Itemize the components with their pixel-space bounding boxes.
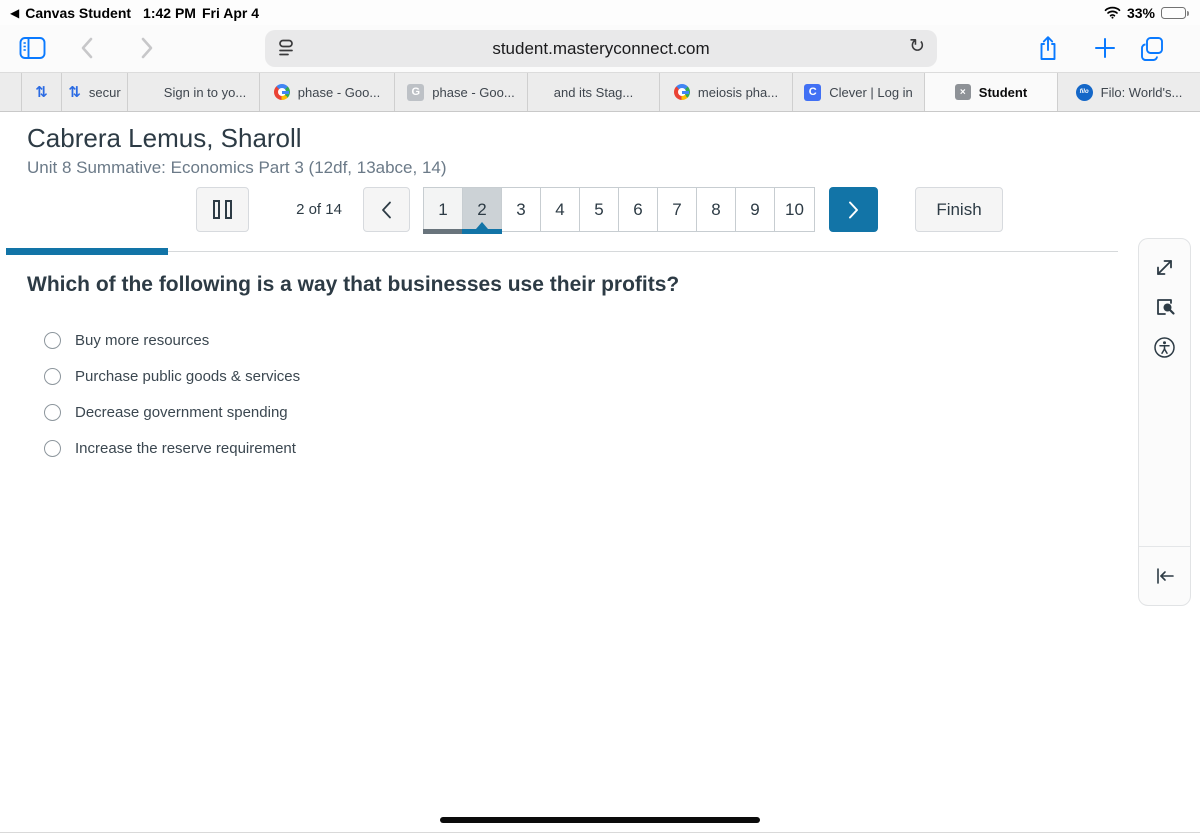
tab-label: and its Stag... bbox=[553, 84, 634, 100]
question-10-button[interactable]: 10 bbox=[775, 188, 814, 231]
tab-blank[interactable] bbox=[0, 73, 22, 111]
date: Fri Apr 4 bbox=[201, 4, 260, 21]
return-to-app[interactable]: ◀ Canvas Student 1:42 PM Fri Apr 4 bbox=[10, 5, 259, 21]
tab-strip: ⇅ ⇅ secur Sign in to yo... phase - Goo..… bbox=[0, 72, 1200, 112]
back-to-app-icon: ◀ bbox=[10, 5, 20, 20]
sync-arrows-icon: ⇅ bbox=[35, 83, 48, 101]
question-2-button[interactable]: 2 bbox=[462, 188, 502, 234]
answer-option-4[interactable]: Increase the reserve requirement bbox=[44, 430, 1200, 466]
back-button[interactable] bbox=[72, 33, 102, 63]
question-1-button[interactable]: 1 bbox=[423, 188, 463, 234]
tab-label: Student bbox=[978, 84, 1028, 100]
progress-fill bbox=[6, 248, 169, 255]
address-bar[interactable]: student.masteryconnect.com ↻ bbox=[265, 30, 937, 67]
tab-clever[interactable]: C Clever | Log in bbox=[793, 73, 925, 111]
new-tab-icon[interactable] bbox=[1090, 33, 1120, 63]
progress-bar bbox=[6, 248, 1118, 256]
zoom-preview-icon[interactable] bbox=[1145, 287, 1185, 327]
radio-button[interactable] bbox=[44, 331, 61, 349]
filo-logo-icon: filo bbox=[1075, 83, 1093, 101]
google-logo-icon bbox=[673, 84, 690, 100]
question-6-button[interactable]: 6 bbox=[619, 188, 658, 231]
fullscreen-expand-icon[interactable] bbox=[1145, 247, 1185, 287]
tools-panel bbox=[1138, 238, 1191, 606]
home-indicator[interactable] bbox=[440, 817, 760, 823]
question-5-button[interactable]: 5 bbox=[580, 188, 619, 231]
finish-button[interactable]: Finish bbox=[915, 187, 1003, 232]
google-logo-icon bbox=[273, 84, 290, 100]
tab-overview-icon[interactable] bbox=[1137, 33, 1167, 63]
tab-label: meiosis pha... bbox=[697, 84, 779, 100]
battery-icon bbox=[1161, 6, 1189, 19]
tab-label: secur bbox=[88, 84, 121, 100]
collapse-left-icon[interactable] bbox=[1145, 556, 1185, 596]
accessibility-icon[interactable] bbox=[1145, 327, 1185, 367]
option-label: Purchase public goods & services bbox=[75, 367, 301, 385]
tab-phase-google-2[interactable]: G phase - Goo... bbox=[395, 73, 528, 111]
tab-microsoft-signin[interactable]: Sign in to yo... bbox=[128, 73, 260, 111]
tab-label: Filo: World's... bbox=[1100, 84, 1183, 100]
sync-arrows-icon: ⇅ bbox=[68, 83, 81, 101]
wifi-icon bbox=[1104, 6, 1121, 19]
tab-filo[interactable]: filo Filo: World's... bbox=[1058, 73, 1200, 111]
google-gray-icon: G bbox=[407, 83, 425, 101]
url-text: student.masteryconnect.com bbox=[492, 38, 710, 58]
radio-button[interactable] bbox=[44, 367, 61, 385]
share-icon[interactable] bbox=[1033, 33, 1063, 63]
option-label: Increase the reserve requirement bbox=[75, 439, 296, 457]
answer-option-2[interactable]: Purchase public goods & services bbox=[44, 358, 1200, 394]
next-question-button[interactable] bbox=[829, 187, 878, 232]
tab-label: phase - Goo... bbox=[432, 84, 515, 100]
answer-option-1[interactable]: Buy more resources bbox=[44, 322, 1200, 358]
forward-button[interactable] bbox=[132, 33, 162, 63]
question-3-button[interactable]: 3 bbox=[502, 188, 541, 231]
assessment-page: Cabrera Lemus, Sharoll Unit 8 Summative:… bbox=[0, 113, 1200, 466]
answer-option-3[interactable]: Decrease government spending bbox=[44, 394, 1200, 430]
close-x-favicon: × bbox=[954, 84, 971, 100]
tab-phase-google-1[interactable]: phase - Goo... bbox=[260, 73, 395, 111]
option-label: Buy more resources bbox=[75, 331, 210, 349]
question-number-list: 1 2 3 4 5 6 7 8 9 10 bbox=[423, 187, 815, 234]
ipad-screen: ◀ Canvas Student 1:42 PM Fri Apr 4 33% s… bbox=[0, 0, 1200, 833]
tab-label: phase - Goo... bbox=[297, 84, 381, 100]
app-return-label: Canvas Student bbox=[25, 4, 132, 21]
tab-secure[interactable]: ⇅ secur bbox=[62, 73, 128, 111]
status-indicators: 33% bbox=[1104, 5, 1190, 21]
battery-percent: 33% bbox=[1126, 4, 1155, 21]
question-8-button[interactable]: 8 bbox=[697, 188, 736, 231]
tab-and-its-stag[interactable]: and its Stag... bbox=[528, 73, 660, 111]
question-title: Which of the following is a way that bus… bbox=[27, 273, 680, 296]
clock: 1:42 PM bbox=[143, 4, 196, 21]
question-9-button[interactable]: 9 bbox=[736, 188, 775, 231]
assessment-title: Unit 8 Summative: Economics Part 3 (12df… bbox=[27, 158, 447, 177]
pause-icon bbox=[225, 200, 232, 219]
sidebar-toggle-button[interactable] bbox=[17, 33, 47, 63]
question-pager: 2 of 14 1 2 3 4 5 6 7 8 9 10 Finish bbox=[0, 187, 1200, 234]
reader-options-icon[interactable] bbox=[277, 37, 297, 64]
question-4-button[interactable]: 4 bbox=[541, 188, 580, 231]
option-label: Decrease government spending bbox=[75, 403, 288, 421]
answer-options: Buy more resources Purchase public goods… bbox=[44, 322, 1200, 466]
question-7-button[interactable]: 7 bbox=[658, 188, 697, 231]
status-bar: ◀ Canvas Student 1:42 PM Fri Apr 4 33% bbox=[0, 0, 1200, 25]
microsoft-logo-icon bbox=[141, 85, 156, 100]
pause-icon bbox=[213, 200, 220, 219]
tab-meiosis[interactable]: meiosis pha... bbox=[660, 73, 793, 111]
progress-track bbox=[6, 251, 1118, 252]
pager-position: 2 of 14 bbox=[296, 201, 342, 218]
student-name: Cabrera Lemus, Sharoll bbox=[27, 123, 302, 153]
pause-button[interactable] bbox=[196, 187, 249, 232]
safari-toolbar: student.masteryconnect.com ↻ bbox=[0, 25, 1200, 72]
radio-button[interactable] bbox=[44, 439, 61, 457]
tab-label: Clever | Log in bbox=[829, 84, 913, 100]
clever-logo-icon: C bbox=[804, 83, 822, 101]
previous-question-button[interactable] bbox=[363, 187, 410, 232]
panel-divider bbox=[1139, 546, 1190, 547]
tab-label: Sign in to yo... bbox=[163, 84, 247, 100]
tab-student-active[interactable]: × Student bbox=[925, 73, 1058, 111]
tab-sync-1[interactable]: ⇅ bbox=[22, 73, 62, 111]
reload-icon[interactable]: ↻ bbox=[909, 35, 925, 57]
radio-button[interactable] bbox=[44, 403, 61, 421]
